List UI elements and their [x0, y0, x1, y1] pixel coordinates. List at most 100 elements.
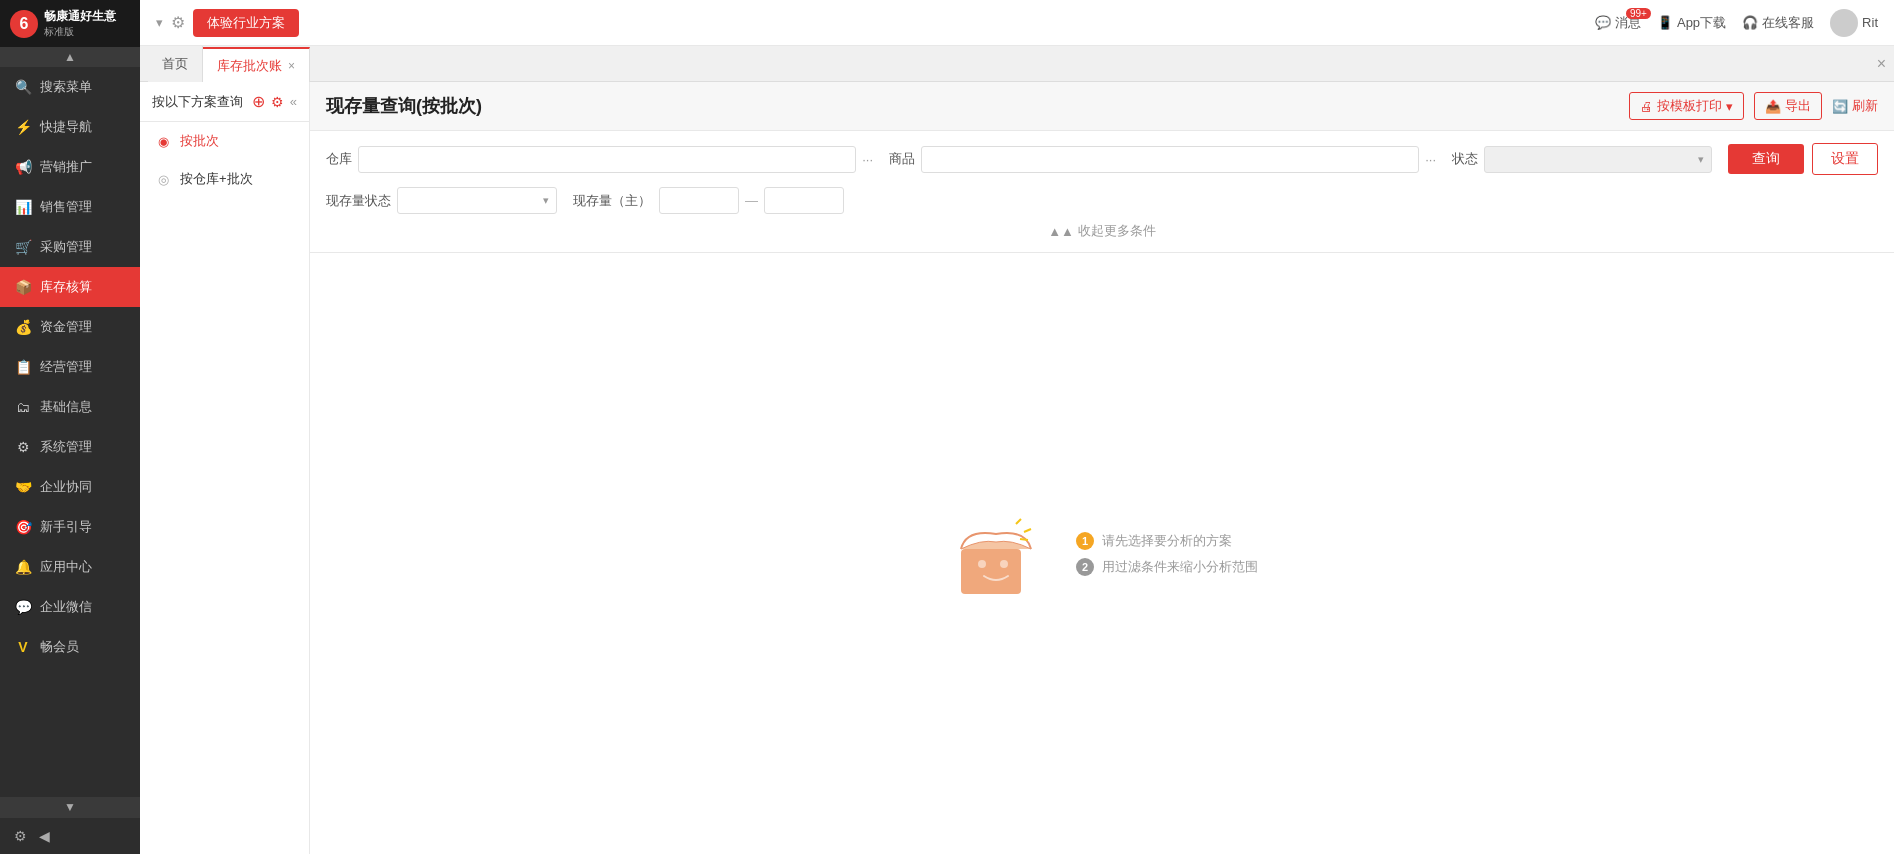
user-profile-btn[interactable]: Rit — [1830, 9, 1878, 37]
sidebar-item-wechat-label: 企业微信 — [40, 598, 92, 616]
sidebar-item-apps-label: 应用中心 — [40, 558, 92, 576]
sidebar-header: 6 畅康通好生意 标准版 — [0, 0, 140, 47]
sidebar-item-marketing-label: 营销推广 — [40, 158, 92, 176]
svg-point-2 — [1000, 560, 1008, 568]
sidebar-item-shortcut[interactable]: ⚡ 快捷导航 — [0, 107, 140, 147]
online-service-label: 在线客服 — [1762, 14, 1814, 32]
stock-status-label: 现存量状态 — [326, 192, 391, 210]
tab-home-label: 首页 — [162, 55, 188, 73]
sidebar-item-newbie[interactable]: 🎯 新手引导 — [0, 507, 140, 547]
sidebar-item-basics[interactable]: 🗂 基础信息 — [0, 387, 140, 427]
export-icon: 📤 — [1765, 99, 1781, 114]
sidebar-item-wechat[interactable]: 💬 企业微信 — [0, 587, 140, 627]
sidebar-scroll-down[interactable]: ▼ — [0, 797, 140, 817]
sidebar-item-vip[interactable]: V 畅会员 — [0, 627, 140, 667]
stock-status-select[interactable] — [397, 187, 557, 214]
apps-icon: 🔔 — [14, 558, 32, 576]
query-toolbar: 现存量查询(按批次) 🖨 按模板打印 ▾ 📤 导出 🔄 刷新 — [310, 82, 1894, 131]
sidebar-scroll-up[interactable]: ▲ — [0, 47, 140, 67]
content-area: 按以下方案查询 ⊕ ⚙ « ◉ 按批次 ◎ 按仓库+批次 现存量查询(按批次) — [140, 82, 1894, 854]
sidebar-item-shortcut-label: 快捷导航 — [40, 118, 92, 136]
collapse-filter-btn[interactable]: ▲▲ 收起更多条件 — [1048, 222, 1156, 240]
operations-icon: 📋 — [14, 358, 32, 376]
refresh-btn[interactable]: 🔄 刷新 — [1832, 97, 1878, 115]
left-panel-title: 按以下方案查询 — [152, 93, 243, 111]
product-field: 商品 ··· — [889, 146, 1436, 173]
sidebar-item-finance[interactable]: 💰 资金管理 — [0, 307, 140, 347]
qty-min-input[interactable] — [659, 187, 739, 214]
right-panel: 现存量查询(按批次) 🖨 按模板打印 ▾ 📤 导出 🔄 刷新 — [310, 82, 1894, 854]
add-scheme-btn[interactable]: ⊕ — [252, 92, 265, 111]
app-title-block: 畅康通好生意 标准版 — [44, 8, 116, 39]
warehouse-field: 仓库 ··· — [326, 146, 873, 173]
svg-point-1 — [978, 560, 986, 568]
svg-line-4 — [1024, 529, 1031, 532]
svg-line-5 — [1020, 539, 1028, 540]
hint-2-num: 2 — [1076, 558, 1094, 576]
app-download-btn[interactable]: 📱 App下载 — [1657, 14, 1726, 32]
sidebar-item-operations[interactable]: 📋 经营管理 — [0, 347, 140, 387]
page-title: 现存量查询(按批次) — [326, 94, 482, 118]
settings-footer-btn[interactable]: ⚙ — [14, 828, 27, 844]
sidebar-item-marketing[interactable]: 📢 营销推广 — [0, 147, 140, 187]
product-input[interactable] — [921, 146, 1419, 173]
warehouse-input[interactable] — [358, 146, 856, 173]
avatar — [1830, 9, 1858, 37]
refresh-btn-label: 刷新 — [1852, 97, 1878, 115]
tab-inventory-batch-label: 库存批次账 — [217, 57, 282, 75]
collapse-up-icon: ▲▲ — [1048, 224, 1074, 239]
trial-btn[interactable]: 体验行业方案 — [193, 9, 299, 37]
sidebar-item-sales[interactable]: 📊 销售管理 — [0, 187, 140, 227]
print-btn[interactable]: 🖨 按模板打印 ▾ — [1629, 92, 1744, 120]
topbar-gear-icon[interactable]: ⚙ — [171, 13, 185, 32]
warehouse-more-btn[interactable]: ··· — [862, 152, 873, 167]
left-panel-actions: ⊕ ⚙ « — [252, 92, 297, 111]
warehouse-label: 仓库 — [326, 150, 352, 168]
sidebar-item-search-label: 搜索菜单 — [40, 78, 92, 96]
tab-home[interactable]: 首页 — [148, 46, 203, 82]
sidebar-item-system-label: 系统管理 — [40, 438, 92, 456]
scheme-batch-label: 按批次 — [180, 132, 219, 150]
topbar-nav-dropdown[interactable]: ▾ — [156, 15, 163, 30]
sidebar-item-search[interactable]: 🔍 搜索菜单 — [0, 67, 140, 107]
sidebar-item-purchase[interactable]: 🛒 采购管理 — [0, 227, 140, 267]
sidebar-item-enterprise[interactable]: 🤝 企业协同 — [0, 467, 140, 507]
collapse-sidebar-btn[interactable]: ◀ — [39, 828, 50, 844]
online-service-btn[interactable]: 🎧 在线客服 — [1742, 14, 1814, 32]
query-btn[interactable]: 查询 — [1728, 144, 1804, 174]
tab-inventory-batch-close[interactable]: × — [288, 59, 295, 73]
purchase-icon: 🛒 — [14, 238, 32, 256]
print-dropdown-icon[interactable]: ▾ — [1726, 99, 1733, 114]
filter-row-2: 现存量状态 现存量（主） — — [326, 187, 1878, 214]
filter-settings-btn[interactable]: 设置 — [1812, 143, 1878, 175]
export-btn[interactable]: 📤 导出 — [1754, 92, 1822, 120]
scroll-up-btn[interactable]: ▲ — [0, 47, 140, 67]
tab-inventory-batch[interactable]: 库存批次账 × — [203, 47, 310, 83]
scheme-item-warehouse-batch[interactable]: ◎ 按仓库+批次 — [140, 160, 309, 198]
messages-btn[interactable]: 💬 消息 99+ — [1595, 14, 1641, 32]
status-label: 状态 — [1452, 150, 1478, 168]
refresh-icon: 🔄 — [1832, 99, 1848, 114]
scheme-settings-btn[interactable]: ⚙ — [271, 94, 284, 110]
topbar-right: 💬 消息 99+ 📱 App下载 🎧 在线客服 Rit — [1595, 9, 1878, 37]
hint-1-text: 请先选择要分析的方案 — [1102, 532, 1232, 550]
sidebar-item-purchase-label: 采购管理 — [40, 238, 92, 256]
left-panel-header: 按以下方案查询 ⊕ ⚙ « — [140, 82, 309, 122]
inventory-icon: 📦 — [14, 278, 32, 296]
scroll-down-btn[interactable]: ▼ — [0, 797, 140, 817]
app-subtitle: 标准版 — [44, 25, 116, 39]
sidebar-item-inventory[interactable]: 📦 库存核算 — [0, 267, 140, 307]
batch-scheme-icon: ◉ — [154, 132, 172, 150]
collapse-left-btn[interactable]: « — [290, 94, 297, 109]
status-select[interactable] — [1484, 146, 1712, 173]
qty-max-input[interactable] — [764, 187, 844, 214]
app-download-label: App下载 — [1677, 14, 1726, 32]
sidebar-item-system[interactable]: ⚙ 系统管理 — [0, 427, 140, 467]
sidebar-item-finance-label: 资金管理 — [40, 318, 92, 336]
newbie-icon: 🎯 — [14, 518, 32, 536]
empty-svg — [946, 504, 1046, 604]
tabs-close-all-btn[interactable]: × — [1877, 55, 1886, 73]
product-more-btn[interactable]: ··· — [1425, 152, 1436, 167]
sidebar-item-apps[interactable]: 🔔 应用中心 — [0, 547, 140, 587]
scheme-item-batch[interactable]: ◉ 按批次 — [140, 122, 309, 160]
